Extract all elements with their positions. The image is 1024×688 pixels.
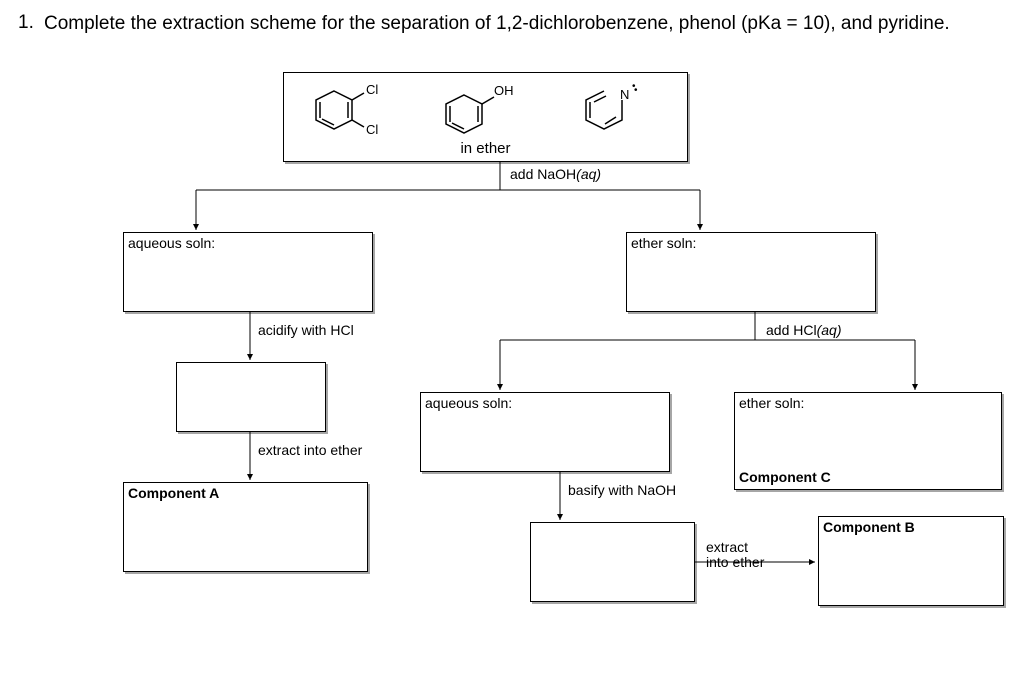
acidified-box xyxy=(176,362,326,432)
aqueous-soln-1-label: aqueous soln: xyxy=(128,235,215,251)
oh-label: OH xyxy=(494,83,514,98)
step-extract-ether-left: extract into ether xyxy=(258,442,362,458)
n-label: N xyxy=(620,87,629,102)
dichlorobenzene-structure: Cl Cl xyxy=(304,79,394,141)
n-rad2: • xyxy=(632,81,636,92)
basified-box xyxy=(530,522,695,602)
ether-soln-1: ether soln: xyxy=(626,232,876,312)
question-row: 1. Complete the extraction scheme for th… xyxy=(18,12,1006,36)
cl-label-1: Cl xyxy=(366,82,378,97)
ether-soln-1-label: ether soln: xyxy=(631,235,696,251)
component-a-box: Component A xyxy=(123,482,368,572)
component-b-label: Component B xyxy=(823,519,915,535)
question-text: Complete the extraction scheme for the s… xyxy=(44,12,950,36)
aqueous-soln-1: aqueous soln: xyxy=(123,232,373,312)
phenol-structure: OH xyxy=(434,79,524,141)
step-add-naoh: add NaOH(aq) xyxy=(510,166,601,182)
component-a-label: Component A xyxy=(128,485,219,501)
top-mixture-box: Cl Cl OH N • • xyxy=(283,72,688,162)
ether-soln-2-label: ether soln: xyxy=(739,395,804,411)
solvent-label: in ether xyxy=(284,140,687,157)
cl-label-2: Cl xyxy=(366,122,378,137)
step-extract-ether-right: extractinto ether xyxy=(706,540,764,571)
step-acidify: acidify with HCl xyxy=(258,322,354,338)
scheme-stage: Cl Cl OH N • • xyxy=(0,72,1024,672)
question-number: 1. xyxy=(18,12,44,34)
aqueous-soln-2: aqueous soln: xyxy=(420,392,670,472)
pyridine-structure: N • • xyxy=(574,79,654,141)
step-add-hcl: add HCl(aq) xyxy=(766,322,842,338)
aqueous-soln-2-label: aqueous soln: xyxy=(425,395,512,411)
step-basify: basify with NaOH xyxy=(568,482,676,498)
component-b-box: Component B xyxy=(818,516,1004,606)
component-c-label: Component C xyxy=(739,469,831,485)
ether-soln-2: ether soln: Component C xyxy=(734,392,1002,490)
